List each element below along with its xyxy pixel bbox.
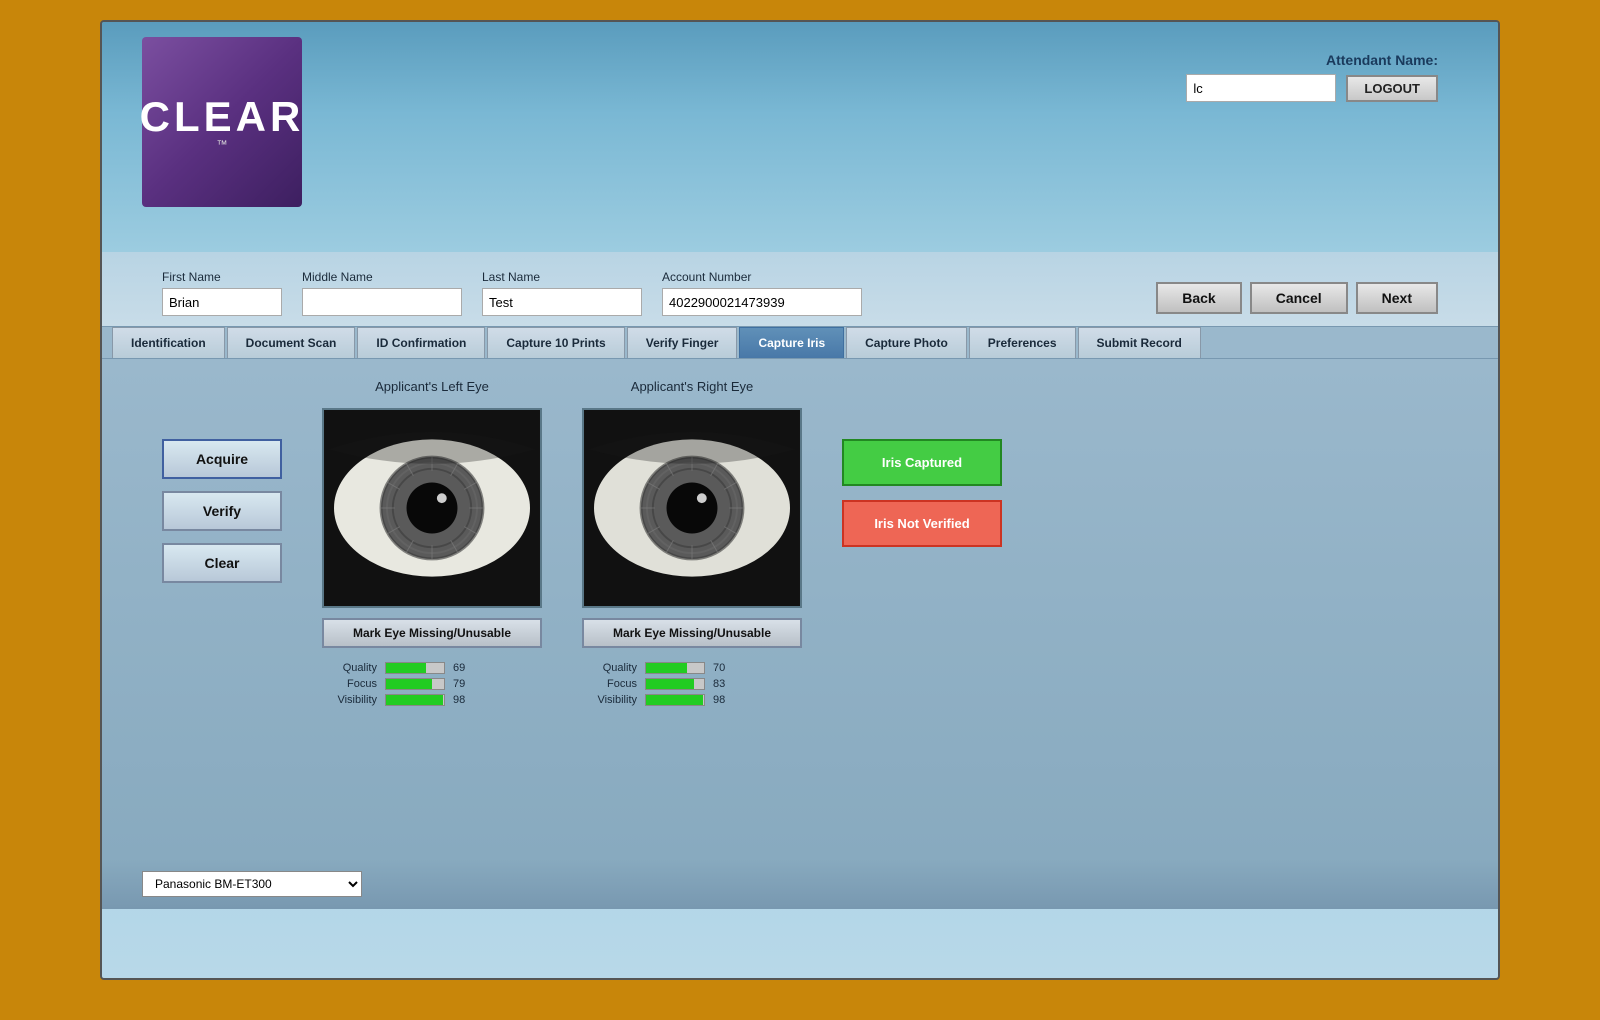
attendant-area: Attendant Name: LOGOUT — [1186, 52, 1438, 102]
last-name-input[interactable] — [482, 288, 642, 316]
left-eye-svg — [324, 410, 540, 606]
left-visibility-row: Visibility 98 — [322, 694, 542, 706]
tab-bar: Identification Document Scan ID Confirma… — [102, 326, 1498, 359]
first-name-label: First Name — [162, 270, 282, 284]
left-eye-column: Applicant's Left Eye — [322, 379, 542, 706]
middle-name-group: Middle Name — [302, 270, 462, 316]
right-eye-image — [582, 408, 802, 608]
status-column: Iris Captured Iris Not Verified — [842, 439, 1002, 547]
tab-capture-photo[interactable]: Capture Photo — [846, 327, 967, 358]
logo-box: CLEAR ™ — [142, 37, 302, 207]
clear-button[interactable]: Clear — [162, 543, 282, 583]
left-quality-row: Quality 69 — [322, 662, 542, 674]
left-visibility-value: 98 — [453, 694, 465, 706]
left-focus-bar-fill — [386, 679, 432, 689]
right-eye-title: Applicant's Right Eye — [631, 379, 753, 394]
verify-button[interactable]: Verify — [162, 491, 282, 531]
logo-text: CLEAR — [140, 93, 305, 141]
tab-submit-record[interactable]: Submit Record — [1078, 327, 1201, 358]
iris-captured-badge: Iris Captured — [842, 439, 1002, 486]
right-visibility-label: Visibility — [582, 694, 637, 706]
right-visibility-bar-fill — [646, 695, 703, 705]
first-name-group: First Name — [162, 270, 282, 316]
right-focus-label: Focus — [582, 678, 637, 690]
device-select[interactable]: Panasonic BM-ET300 Panasonic BM-ET200 LG… — [142, 871, 362, 897]
right-focus-bar-bg — [645, 678, 705, 690]
tab-verify-finger[interactable]: Verify Finger — [627, 327, 738, 358]
left-eye-quality: Quality 69 Focus 79 Visibi — [322, 662, 542, 706]
left-visibility-bar-bg — [385, 694, 445, 706]
next-button[interactable]: Next — [1356, 282, 1438, 314]
left-quality-bar-bg — [385, 662, 445, 674]
control-buttons: Acquire Verify Clear — [162, 439, 282, 583]
main-content: Acquire Verify Clear Applicant's Left Ey… — [102, 359, 1498, 859]
right-quality-bar-bg — [645, 662, 705, 674]
bottom-bar: Panasonic BM-ET300 Panasonic BM-ET200 LG… — [102, 859, 1498, 909]
tab-document-scan[interactable]: Document Scan — [227, 327, 356, 358]
mark-right-eye-button[interactable]: Mark Eye Missing/Unusable — [582, 618, 802, 648]
right-eye-quality: Quality 70 Focus 83 Visibi — [582, 662, 802, 706]
middle-name-label: Middle Name — [302, 270, 462, 284]
left-eye-image — [322, 408, 542, 608]
right-quality-label: Quality — [582, 662, 637, 674]
last-name-label: Last Name — [482, 270, 642, 284]
left-quality-value: 69 — [453, 662, 465, 674]
attendant-row: LOGOUT — [1186, 74, 1438, 102]
mark-left-eye-button[interactable]: Mark Eye Missing/Unusable — [322, 618, 542, 648]
header: CLEAR ™ Attendant Name: LOGOUT — [102, 22, 1498, 252]
right-visibility-value: 98 — [713, 694, 725, 706]
right-eye-column: Applicant's Right Eye — [582, 379, 802, 706]
right-visibility-row: Visibility 98 — [582, 694, 802, 706]
nav-buttons: Back Cancel Next — [1156, 282, 1438, 316]
left-focus-value: 79 — [453, 678, 465, 690]
right-focus-row: Focus 83 — [582, 678, 802, 690]
tab-capture-10-prints[interactable]: Capture 10 Prints — [487, 327, 624, 358]
tab-capture-iris[interactable]: Capture Iris — [739, 327, 844, 358]
eye-section: Acquire Verify Clear Applicant's Left Ey… — [142, 379, 1458, 706]
right-eye-svg — [584, 410, 800, 606]
tab-identification[interactable]: Identification — [112, 327, 225, 358]
left-focus-bar-bg — [385, 678, 445, 690]
left-eye-title: Applicant's Left Eye — [375, 379, 489, 394]
iris-not-verified-badge: Iris Not Verified — [842, 500, 1002, 547]
right-quality-row: Quality 70 — [582, 662, 802, 674]
account-number-input[interactable] — [662, 288, 862, 316]
logo-trademark: ™ — [217, 139, 228, 151]
form-section: First Name Middle Name Last Name Account… — [102, 252, 1498, 326]
attendant-input[interactable] — [1186, 74, 1336, 102]
account-number-group: Account Number — [662, 270, 862, 316]
logout-button[interactable]: LOGOUT — [1346, 75, 1438, 102]
right-focus-bar-fill — [646, 679, 694, 689]
right-focus-value: 83 — [713, 678, 725, 690]
middle-name-input[interactable] — [302, 288, 462, 316]
first-name-input[interactable] — [162, 288, 282, 316]
last-name-group: Last Name — [482, 270, 642, 316]
left-focus-label: Focus — [322, 678, 377, 690]
tab-preferences[interactable]: Preferences — [969, 327, 1076, 358]
cancel-button[interactable]: Cancel — [1250, 282, 1348, 314]
left-focus-row: Focus 79 — [322, 678, 542, 690]
back-button[interactable]: Back — [1156, 282, 1241, 314]
right-quality-bar-fill — [646, 663, 687, 673]
main-frame: CLEAR ™ Attendant Name: LOGOUT First Nam… — [100, 20, 1500, 980]
left-quality-label: Quality — [322, 662, 377, 674]
attendant-label: Attendant Name: — [1326, 52, 1438, 68]
left-visibility-label: Visibility — [322, 694, 377, 706]
account-number-label: Account Number — [662, 270, 862, 284]
acquire-button[interactable]: Acquire — [162, 439, 282, 479]
left-visibility-bar-fill — [386, 695, 443, 705]
tab-id-confirmation[interactable]: ID Confirmation — [357, 327, 485, 358]
left-quality-bar-fill — [386, 663, 426, 673]
right-quality-value: 70 — [713, 662, 725, 674]
right-visibility-bar-bg — [645, 694, 705, 706]
